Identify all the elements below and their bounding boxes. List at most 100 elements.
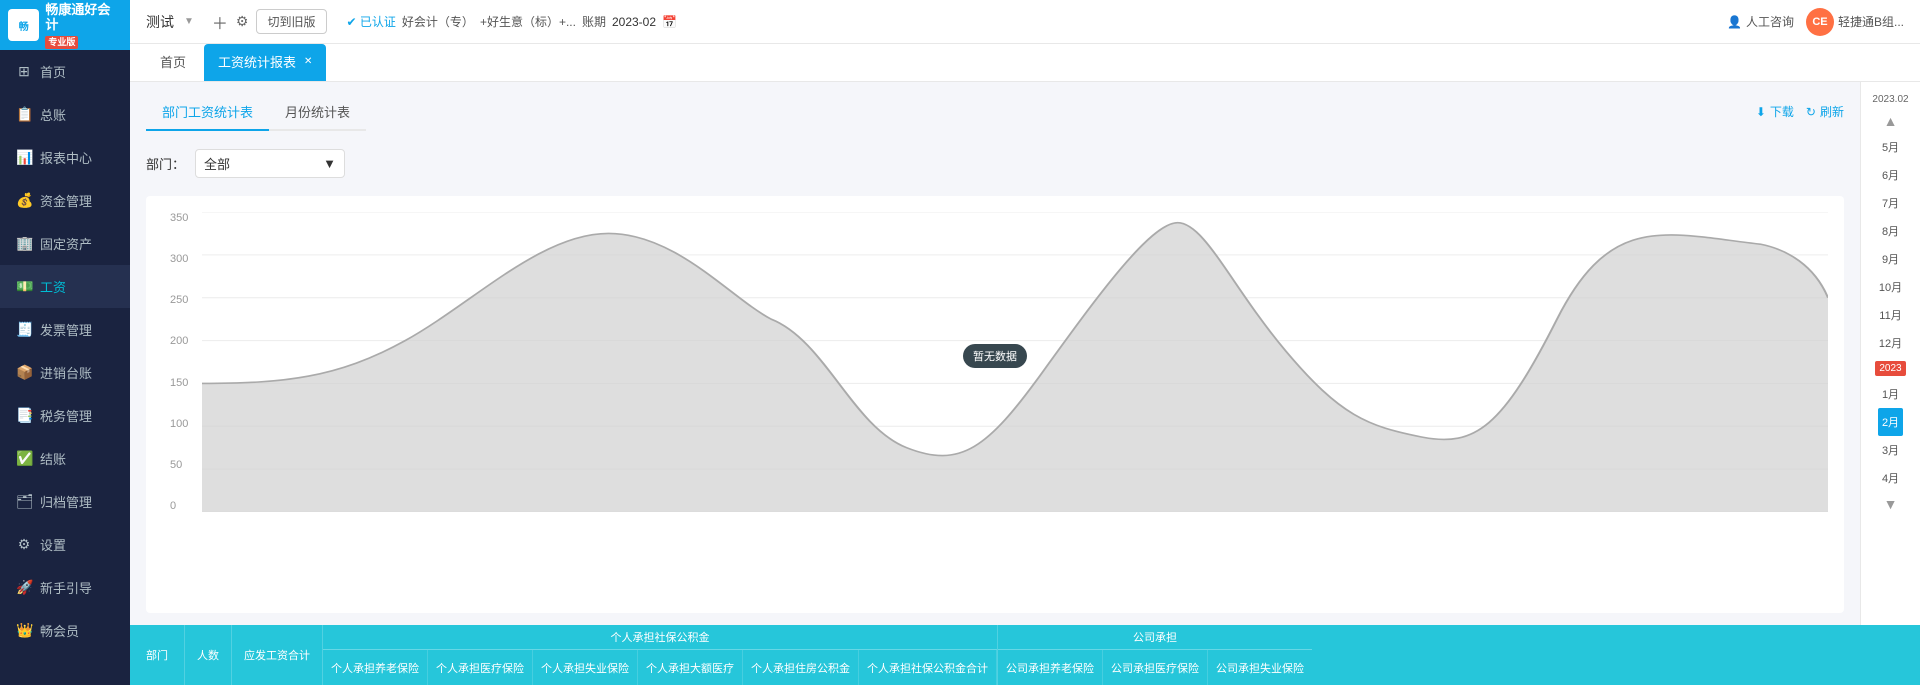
year-badge: 2023 [1875,361,1905,376]
sidebar-item-tax[interactable]: 📑 税务管理 [0,394,130,437]
sidebar-icon-sales: 📦 [16,364,32,381]
sidebar-logo: 畅 畅康通好会计 专业版 [0,0,130,50]
topbar-status: ✔ 已认证 好会计（专） +好生意（标）+... 账期 2023-02 📅 [347,13,677,30]
download-icon: ⬇ [1756,105,1766,119]
sidebar-item-sales[interactable]: 📦 进销台账 [0,351,130,394]
month-before-6[interactable]: 11月 [1875,301,1906,329]
sidebar-label-tax: 税务管理 [40,406,92,425]
sub-tabs-container: 部门工资统计表 月份统计表 [146,94,366,131]
group-company-label: 公司承担 [998,625,1312,650]
status-period: 2023-02 [612,15,656,29]
sidebar-item-invoice[interactable]: 🧾 发票管理 [0,308,130,351]
month-before-3[interactable]: 8月 [1875,217,1906,245]
status-period-label: 账期 [582,13,606,30]
sidebar-icon-tax: 📑 [16,407,32,424]
sidebar-icon-ledger: 📋 [16,106,32,123]
sidebar-label-ledger: 总账 [40,105,66,124]
dept-select-value: 全部 [204,154,230,173]
sidebar-item-ledger[interactable]: 📋 总账 [0,93,130,136]
y-label-200: 200 [170,335,188,347]
sidebar-label-reports: 报表中心 [40,148,92,167]
month-after-1[interactable]: 2月 [1878,408,1903,436]
sidebar-icon-archive: 🗂 [16,493,32,510]
dept-filter-label: 部门： [146,154,185,173]
refresh-icon: ↻ [1806,105,1816,119]
sidebar-item-home[interactable]: ⊞ 首页 [0,50,130,93]
sidebar-item-settings[interactable]: ⚙设置 [0,523,130,566]
month-after-2[interactable]: 3月 [1878,436,1903,464]
sidebar-items: ⊞ 首页 📋 总账 📊报表中心💰资金管理🏢固定资产💵工资 🧾 发票管理 📦 进销台账 📑 税务管理 ✅… [0,50,130,652]
dept-select[interactable]: 全部 ▼ [195,149,345,178]
consult-icon: 👤 [1727,15,1742,29]
tab-close-salary-report[interactable]: ✕ [304,56,312,67]
sub-tab-dept[interactable]: 部门工资统计表 [146,94,269,131]
group-personal-cols: 个人承担养老保险 个人承担医疗保险 个人承担失业保险 个人承担大额医疗 个人承担… [323,650,997,685]
sidebar-icon-home: ⊞ [16,63,32,80]
col-count: 人数 [185,625,231,685]
main-area: 测试 ▼ ＋ ⚙ 切到旧版 ✔ 已认证 好会计（专） +好生意（标）+... 账… [130,0,1920,685]
sidebar-icon-invoice: 🧾 [16,321,32,338]
user-info: CE 轻捷通B组... [1806,8,1904,36]
add-button[interactable]: ＋ [212,10,228,34]
sidebar-item-archive[interactable]: 🗂 归档管理 [0,480,130,523]
sidebar-label-home: 首页 [40,62,66,81]
tabs-bar: 首页工资统计报表✕ [130,44,1920,82]
sidebar-icon-funds: 💰 [16,192,32,209]
month-before-4[interactable]: 9月 [1875,245,1906,273]
sidebar-item-member[interactable]: 👑畅会员 [0,609,130,652]
tab-salary-report[interactable]: 工资统计报表✕ [204,44,326,81]
month-before-0[interactable]: 5月 [1875,133,1906,161]
sidebar-item-funds[interactable]: 💰资金管理 [0,179,130,222]
topbar-actions: ＋ ⚙ 切到旧版 [212,9,327,34]
content: 部门工资统计表 月份统计表 ⬇ 下载 ↻ 刷新 部门： [130,82,1920,625]
gear-button[interactable]: ⚙ [236,13,249,30]
sidebar-label-salary: 工资 [40,277,66,296]
status-verified: ✔ 已认证 [347,13,396,30]
month-after-3[interactable]: 4月 [1878,464,1903,492]
col-personal-major-medical: 个人承担大额医疗 [638,650,743,685]
col-personal-medical: 个人承担医疗保险 [428,650,533,685]
sidebar-label-invoice: 发票管理 [40,320,92,339]
switch-version-button[interactable]: 切到旧版 [256,9,326,34]
refresh-button[interactable]: ↻ 刷新 [1806,103,1844,120]
chart-container: 350 300 250 200 150 100 50 0 [146,196,1844,613]
col-total-salary: 应发工资合计 [232,625,322,685]
topbar-title: 测试 [146,12,174,32]
col-personal-pension: 个人承担养老保险 [323,650,428,685]
sidebar-item-reports[interactable]: 📊报表中心 [0,136,130,179]
sidebar-item-close[interactable]: ✅结账 [0,437,130,480]
months-before: 5月6月7月8月9月10月11月12月 [1875,133,1906,357]
group-company-cols: 公司承担养老保险 公司承担医疗保险 公司承担失业保险 [998,650,1312,685]
sidebar-item-salary[interactable]: 💵工资 [0,265,130,308]
sidebar-icon-assets: 🏢 [16,235,32,252]
sub-tab-label-dept: 部门工资统计表 [162,105,253,120]
month-before-7[interactable]: 12月 [1875,329,1906,357]
y-label-150: 150 [170,377,188,389]
calendar-icon[interactable]: 📅 [662,15,677,29]
col-personal-unemployment: 个人承担失业保险 [533,650,638,685]
topbar-dropdown-arrow[interactable]: ▼ [184,16,194,27]
sub-tab-monthly[interactable]: 月份统计表 [269,94,366,131]
month-before-5[interactable]: 10月 [1875,273,1906,301]
sidebar-item-guide[interactable]: 🚀新手引导 [0,566,130,609]
nav-up-arrow[interactable]: ▲ [1880,109,1902,133]
month-after-0[interactable]: 1月 [1878,380,1903,408]
tab-home[interactable]: 首页 [146,44,200,81]
sidebar-label-archive: 归档管理 [40,492,92,511]
nav-down-arrow[interactable]: ▼ [1880,492,1902,516]
month-before-1[interactable]: 6月 [1875,161,1906,189]
user-avatar: CE [1806,8,1834,36]
year-label: 2023.02 [1870,90,1910,109]
sidebar-label-sales: 进销台账 [40,363,92,382]
chart-inner: 350 300 250 200 150 100 50 0 [162,212,1828,512]
month-before-2[interactable]: 7月 [1875,189,1906,217]
y-label-350: 350 [170,212,188,224]
col-company-pension: 公司承担养老保险 [998,650,1103,685]
sidebar-item-assets[interactable]: 🏢固定资产 [0,222,130,265]
consult-button[interactable]: 👤 人工咨询 [1727,13,1794,30]
download-button[interactable]: ⬇ 下载 [1756,103,1794,120]
sidebar-label-guide: 新手引导 [40,578,92,597]
tab-label-home: 首页 [160,52,186,71]
sidebar-label-close: 结账 [40,449,66,468]
status-type: 好会计（专） [402,13,474,30]
